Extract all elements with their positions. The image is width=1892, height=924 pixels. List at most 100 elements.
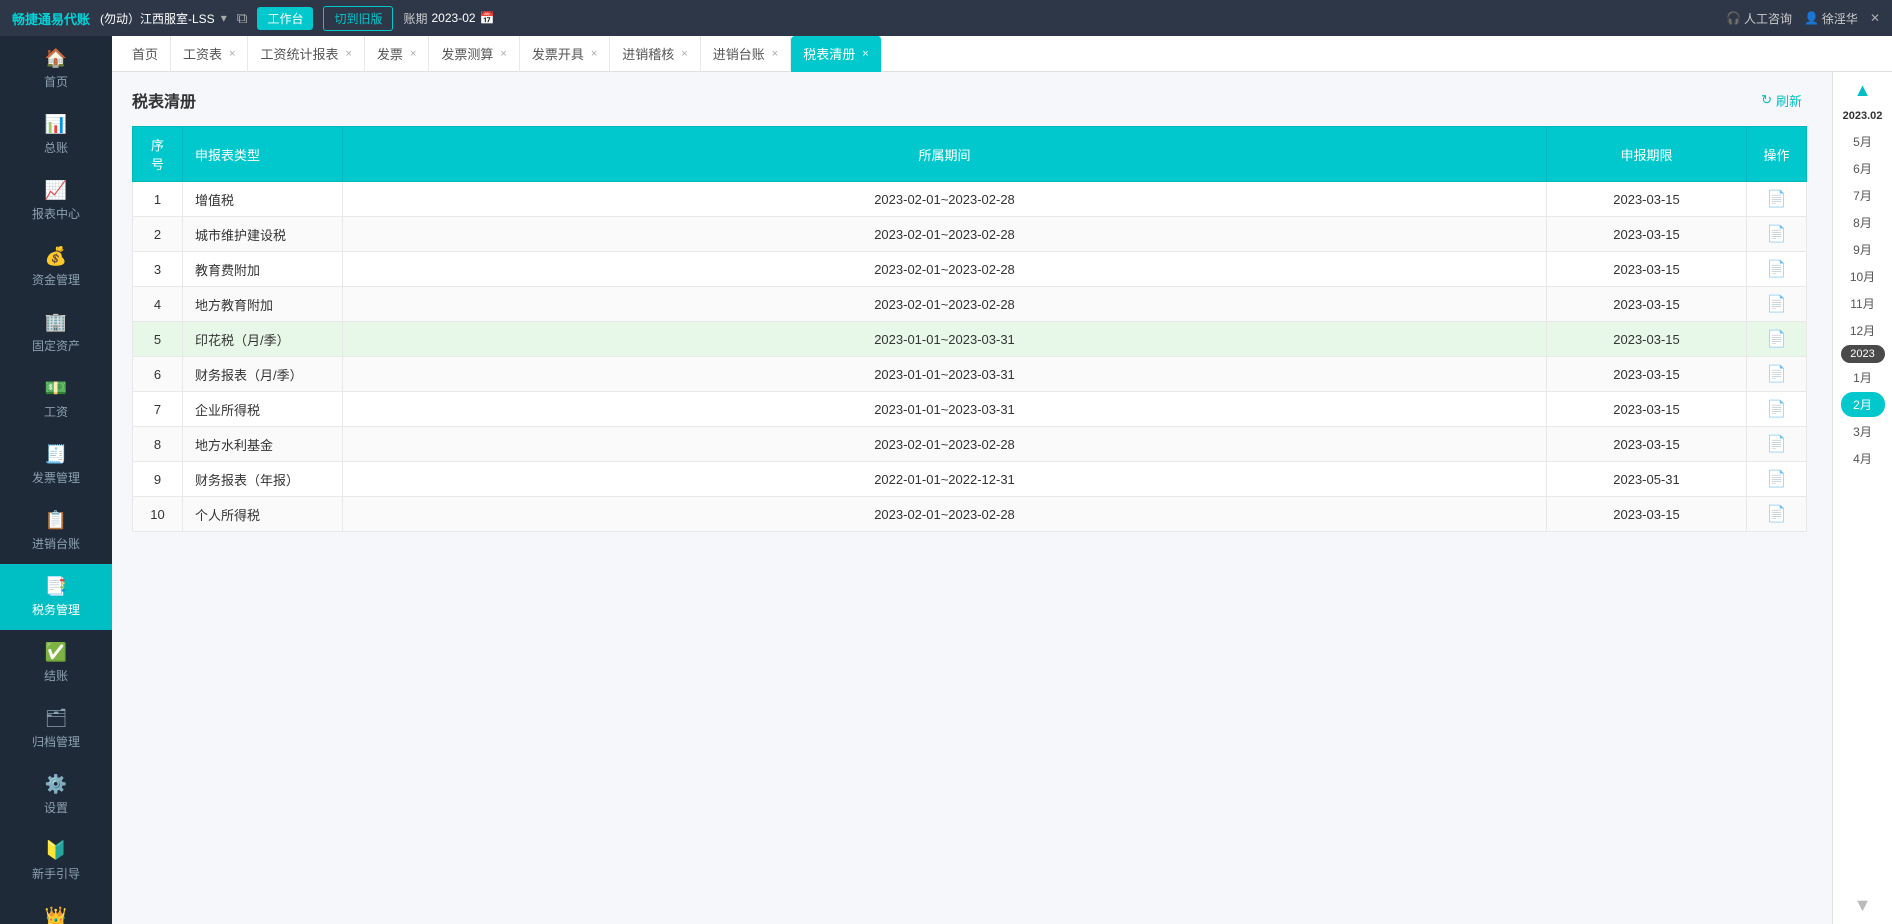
calendar-icon[interactable]: 📅 xyxy=(480,11,495,25)
company-dropdown-icon[interactable]: ▾ xyxy=(221,11,227,25)
action-icon-0[interactable]: 📄 xyxy=(1767,191,1787,208)
page-title: 税表清册 xyxy=(132,88,196,112)
sidebar-label-archive: 归档管理 xyxy=(32,733,80,750)
cal-month-9[interactable]: 9月 xyxy=(1841,237,1885,262)
sidebar-item-guide[interactable]: 🔰 新手引导 xyxy=(0,828,112,894)
cal-down-button[interactable]: ▼ xyxy=(1854,895,1872,916)
action-icon-5[interactable]: 📄 xyxy=(1767,366,1787,383)
cell-type: 企业所得税 xyxy=(183,392,343,427)
action-icon-4[interactable]: 📄 xyxy=(1767,331,1787,348)
table-row: 3 教育费附加 2023-02-01~2023-02-28 2023-03-15… xyxy=(133,252,1807,287)
sidebar-item-settings[interactable]: ⚙️ 设置 xyxy=(0,762,112,828)
close-window-button[interactable]: ✕ xyxy=(1870,11,1880,25)
table-row: 10 个人所得税 2023-02-01~2023-02-28 2023-03-1… xyxy=(133,497,1807,532)
tab-invoice[interactable]: 发票 × xyxy=(365,36,429,72)
sidebar-item-asset[interactable]: 🏢 固定资产 xyxy=(0,300,112,366)
cal-up-button[interactable]: ▲ xyxy=(1854,80,1872,101)
table-row: 1 增值税 2023-02-01~2023-02-28 2023-03-15 📄 xyxy=(133,182,1807,217)
cal-month-11[interactable]: 11月 xyxy=(1841,291,1885,316)
tab-invoice-check[interactable]: 发票测算 × xyxy=(429,36,519,72)
action-icon-1[interactable]: 📄 xyxy=(1767,226,1787,243)
action-icon-6[interactable]: 📄 xyxy=(1767,401,1787,418)
cell-action: 📄 xyxy=(1747,427,1807,462)
tab-invoice-open[interactable]: 发票开具 × xyxy=(520,36,610,72)
sidebar-item-archive[interactable]: 🗂 归档管理 xyxy=(0,696,112,762)
refresh-button[interactable]: ↻ 刷新 xyxy=(1761,91,1802,110)
table-row: 8 地方水利基金 2023-02-01~2023-02-28 2023-03-1… xyxy=(133,427,1807,462)
sidebar-item-invoice[interactable]: 🧾 发票管理 xyxy=(0,432,112,498)
copy-icon[interactable]: ⧉ xyxy=(237,10,248,27)
sidebar-item-ledger[interactable]: 📊 总账 xyxy=(0,102,112,168)
tab-label-invoice-open: 发票开具 xyxy=(532,44,584,63)
tab-close-purchase-ledger[interactable]: × xyxy=(772,48,778,60)
cal-month-4[interactable]: 4月 xyxy=(1841,446,1885,471)
tab-close-salary-report[interactable]: × xyxy=(345,48,351,60)
sidebar-item-settle[interactable]: ✅ 结账 xyxy=(0,630,112,696)
switch-version-button[interactable]: 切到旧版 xyxy=(323,6,393,31)
cal-month-2[interactable]: 2月 xyxy=(1841,392,1885,417)
action-icon-3[interactable]: 📄 xyxy=(1767,296,1787,313)
cell-action: 📄 xyxy=(1747,182,1807,217)
user-avatar[interactable]: 👤 徐淫华 xyxy=(1804,10,1858,27)
cal-month-5[interactable]: 5月 xyxy=(1841,129,1885,154)
tab-purchase-ledger[interactable]: 进销台账 × xyxy=(701,36,791,72)
action-icon-9[interactable]: 📄 xyxy=(1767,506,1787,523)
tab-tax-register[interactable]: 税表清册 × xyxy=(791,36,881,72)
company-name: (勿动）江西服室-LSS ▾ xyxy=(100,10,227,27)
page-header: 税表清册 ↻ 刷新 xyxy=(132,88,1872,112)
tab-close-invoice-open[interactable]: × xyxy=(591,48,597,60)
cal-month-12[interactable]: 12月 xyxy=(1841,318,1885,343)
tab-salary-report[interactable]: 工资统计报表 × xyxy=(248,36,364,72)
sidebar-item-tax[interactable]: 📑 税务管理 xyxy=(0,564,112,630)
invoice-icon: 🧾 xyxy=(45,444,67,465)
sidebar-item-report[interactable]: 📈 报表中心 xyxy=(0,168,112,234)
sidebar-item-member[interactable]: 👑 畅会员 xyxy=(0,894,112,924)
service-button[interactable]: 🎧 人工咨询 xyxy=(1726,10,1792,27)
cal-month-10[interactable]: 10月 xyxy=(1841,264,1885,289)
calendar-panel: ▲ 2023.02 5月 6月 7月 8月 9月 10月 11月 12月 202… xyxy=(1832,72,1892,924)
cal-month-7[interactable]: 7月 xyxy=(1841,183,1885,208)
cell-action: 📄 xyxy=(1747,462,1807,497)
cal-month-8[interactable]: 8月 xyxy=(1841,210,1885,235)
tab-close-purchase-check[interactable]: × xyxy=(681,48,687,60)
tab-close-tax-register[interactable]: × xyxy=(862,48,868,60)
table-row: 9 财务报表（年报） 2022-01-01~2022-12-31 2023-05… xyxy=(133,462,1807,497)
cell-seq: 10 xyxy=(133,497,183,532)
sidebar-item-home[interactable]: 🏠 首页 xyxy=(0,36,112,102)
report-icon: 📈 xyxy=(45,180,67,201)
th-seq: 序号 xyxy=(133,127,183,182)
sidebar-item-purchase[interactable]: 📋 进销台账 xyxy=(0,498,112,564)
action-icon-2[interactable]: 📄 xyxy=(1767,261,1787,278)
sidebar-label-settings: 设置 xyxy=(44,799,68,816)
sidebar-label-report: 报表中心 xyxy=(32,205,80,222)
cell-seq: 5 xyxy=(133,322,183,357)
headset-icon: 🎧 xyxy=(1726,11,1741,25)
tax-table: 序号 申报表类型 所属期间 申报期限 操作 1 增值税 2023-02-01~2… xyxy=(132,126,1807,532)
sidebar-item-salary[interactable]: 💵 工资 xyxy=(0,366,112,432)
cal-month-6[interactable]: 6月 xyxy=(1841,156,1885,181)
cell-seq: 6 xyxy=(133,357,183,392)
tab-salary[interactable]: 工资表 × xyxy=(171,36,248,72)
cell-period: 2023-02-01~2023-02-28 xyxy=(343,217,1547,252)
tab-close-salary[interactable]: × xyxy=(229,48,235,60)
tab-label-purchase-ledger: 进销台账 xyxy=(713,44,765,63)
cell-deadline: 2023-03-15 xyxy=(1547,357,1747,392)
cell-period: 2023-01-01~2023-03-31 xyxy=(343,322,1547,357)
tab-close-invoice[interactable]: × xyxy=(410,48,416,60)
cell-period: 2023-01-01~2023-03-31 xyxy=(343,357,1547,392)
action-icon-8[interactable]: 📄 xyxy=(1767,471,1787,488)
cal-month-3[interactable]: 3月 xyxy=(1841,419,1885,444)
tab-home[interactable]: 首页 xyxy=(120,36,171,72)
cal-month-1[interactable]: 1月 xyxy=(1841,365,1885,390)
refresh-icon: ↻ xyxy=(1761,92,1772,108)
tab-purchase-check[interactable]: 进销稽核 × xyxy=(610,36,700,72)
app-logo: 畅捷通易代账 xyxy=(12,9,90,28)
sidebar-item-fund[interactable]: 💰 资金管理 xyxy=(0,234,112,300)
action-icon-7[interactable]: 📄 xyxy=(1767,436,1787,453)
tab-close-invoice-check[interactable]: × xyxy=(500,48,506,60)
home-icon: 🏠 xyxy=(45,48,67,69)
workbench-button[interactable]: 工作台 xyxy=(257,7,313,30)
cell-deadline: 2023-03-15 xyxy=(1547,427,1747,462)
cell-action: 📄 xyxy=(1747,322,1807,357)
avatar-icon: 👤 xyxy=(1804,11,1819,25)
